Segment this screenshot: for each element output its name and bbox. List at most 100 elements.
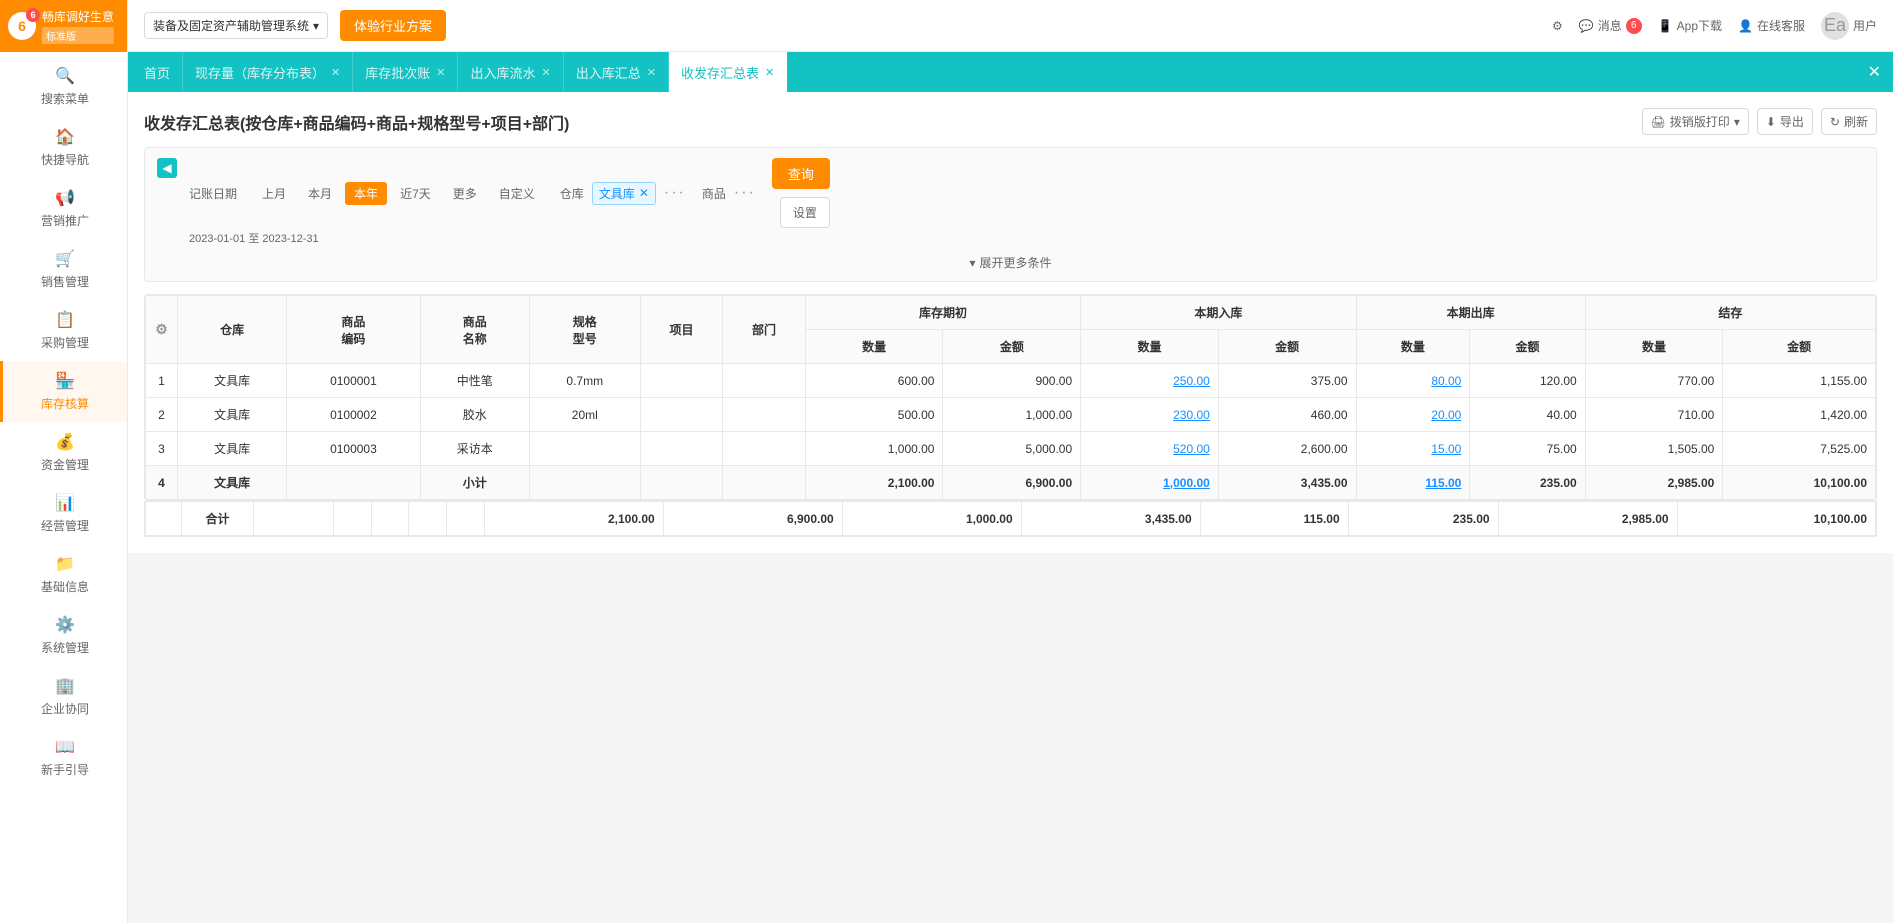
sidebar-item-sales[interactable]: 🛒 销售管理 (0, 239, 127, 300)
cell-out-qty[interactable]: 115.00 (1356, 466, 1470, 500)
tab-close-icon[interactable]: ✕ (331, 66, 340, 79)
tab-label: 出入库流水 (470, 63, 535, 82)
date-btn-more[interactable]: 更多 (444, 182, 486, 205)
col-out-qty: 数量 (1356, 330, 1470, 364)
sidebar-nav: 🔍 搜索菜单 🏠 快捷导航 📢 营销推广 🛒 销售管理 📋 采购管理 🏪 库存核… (0, 52, 127, 923)
table-footer-totals: 合计 2,100.00 6,900.00 1,000.00 3,435.00 1… (144, 501, 1877, 537)
sidebar-item-inventory[interactable]: 🏪 库存核算 (0, 361, 127, 422)
warehouse-more[interactable]: ··· (664, 184, 686, 202)
tab-label: 首页 (144, 63, 170, 82)
cell-seq: 3 (146, 432, 178, 466)
sidebar-item-system[interactable]: ⚙️ 系统管理 (0, 605, 127, 666)
top-header: 装备及固定资产辅助管理系统 ▾ 体验行业方案 ⚙ 💬 消息 6 📱 App下载 … (128, 0, 1893, 52)
sidebar-item-basic[interactable]: 📁 基础信息 (0, 544, 127, 605)
tab-bar-close-icon[interactable]: ✕ (1860, 62, 1889, 82)
sidebar-item-enterprise[interactable]: 🏢 企业协同 (0, 666, 127, 727)
cell-bal-amt: 10,100.00 (1723, 466, 1876, 500)
warehouse-tag-close[interactable]: ✕ (639, 186, 649, 200)
cell-out-qty-link[interactable]: 20.00 (1431, 408, 1461, 422)
experience-button[interactable]: 体验行业方案 (340, 10, 446, 41)
sidebar-item-label: 企业协同 (41, 700, 89, 717)
cell-out-qty-link[interactable]: 115.00 (1425, 476, 1461, 490)
cell-seq: 4 (146, 466, 178, 500)
export-button[interactable]: ⬇ 导出 (1757, 108, 1813, 135)
tab-inout-flow[interactable]: 出入库流水 ✕ (458, 52, 563, 92)
date-btn-this-month[interactable]: 本月 (299, 182, 341, 205)
table-gear-icon[interactable]: ⚙ (155, 321, 168, 337)
page-title-bar: 收发存汇总表(按仓库+商品编码+商品+规格型号+项目+部门) 🖨 拨销版打印 ▾… (144, 108, 1877, 135)
goods-filter: 商品 ··· (702, 184, 756, 202)
table-row: 2文具库0100002胶水20ml500.001,000.00230.00460… (146, 398, 1876, 432)
sidebar-item-newbie[interactable]: 📖 新手引导 (0, 727, 127, 788)
cell-out-amt: 235.00 (1470, 466, 1585, 500)
cell-out-qty[interactable]: 15.00 (1356, 432, 1470, 466)
cell-in-qty-link[interactable]: 520.00 (1173, 442, 1210, 456)
expand-icon: ▾ (969, 256, 975, 270)
date-btn-7days[interactable]: 近7天 (391, 182, 440, 205)
tab-close-icon[interactable]: ✕ (542, 66, 551, 79)
header-left: 装备及固定资产辅助管理系统 ▾ 体验行业方案 (144, 10, 446, 41)
tab-close-icon[interactable]: ✕ (647, 66, 656, 79)
query-button[interactable]: 查询 (772, 158, 830, 189)
user-item[interactable]: Ea 用户 (1821, 12, 1877, 40)
date-btn-last-month[interactable]: 上月 (253, 182, 295, 205)
goods-more[interactable]: ··· (734, 184, 756, 202)
filter-row-1: 记账日期 上月 本月 本年 近7天 更多 自定义 仓库 (189, 158, 830, 228)
cell-in-qty-link[interactable]: 1,000.00 (1163, 476, 1210, 490)
tab-label: 出入库汇总 (576, 63, 641, 82)
sidebar-item-marketing[interactable]: 📢 营销推广 (0, 178, 127, 239)
cell-project (640, 432, 723, 466)
settings-button[interactable]: 设置 (780, 197, 830, 228)
sidebar-item-search[interactable]: 🔍 搜索菜单 (0, 56, 127, 117)
settings-header-item[interactable]: ⚙ (1552, 19, 1563, 33)
col-header-warehouse: 仓库 (178, 296, 287, 364)
sidebar-item-operations[interactable]: 📊 经营管理 (0, 483, 127, 544)
marketing-icon: 📢 (55, 188, 75, 208)
cell-out-qty[interactable]: 80.00 (1356, 364, 1470, 398)
sidebar-item-label: 经营管理 (41, 517, 89, 534)
cell-in-qty-link[interactable]: 250.00 (1173, 374, 1210, 388)
cell-in-qty[interactable]: 250.00 (1081, 364, 1219, 398)
dropdown-icon: ▾ (1734, 115, 1740, 129)
col-header-period-begin: 库存期初 (805, 296, 1080, 330)
col-header-goods-name: 商品名称 (420, 296, 529, 364)
sidebar-item-quick[interactable]: 🏠 快捷导航 (0, 117, 127, 178)
tab-close-icon[interactable]: ✕ (436, 66, 445, 79)
cell-in-qty-link[interactable]: 230.00 (1173, 408, 1210, 422)
tab-close-active-icon[interactable]: ✕ (765, 66, 774, 79)
col-in-qty: 数量 (1081, 330, 1219, 364)
online-service-item[interactable]: 👤 在线客服 (1738, 17, 1805, 34)
cell-out-qty-link[interactable]: 80.00 (1431, 374, 1461, 388)
main-area: 装备及固定资产辅助管理系统 ▾ 体验行业方案 ⚙ 💬 消息 6 📱 App下载 … (128, 0, 1893, 923)
sidebar-item-finance[interactable]: 💰 资金管理 (0, 422, 127, 483)
refresh-button[interactable]: ↻ 刷新 (1821, 108, 1877, 135)
cell-goods-spec (529, 432, 640, 466)
print-button[interactable]: 🖨 拨销版打印 ▾ (1642, 108, 1749, 135)
date-buttons: 上月 本月 本年 近7天 更多 自定义 (253, 182, 544, 205)
expand-row: ▾ 展开更多条件 (157, 254, 1864, 271)
tab-recv-summary[interactable]: 收发存汇总表 ✕ (669, 52, 787, 92)
cell-out-amt: 40.00 (1470, 398, 1585, 432)
system-icon: ⚙️ (55, 615, 75, 635)
cell-out-qty-link[interactable]: 15.00 (1431, 442, 1461, 456)
user-avatar: Ea (1821, 12, 1849, 40)
collapse-button[interactable]: ◀ (157, 158, 177, 178)
cell-goods-code: 0100001 (287, 364, 420, 398)
system-selector[interactable]: 装备及固定资产辅助管理系统 ▾ (144, 12, 328, 39)
cell-in-qty[interactable]: 230.00 (1081, 398, 1219, 432)
date-btn-this-year[interactable]: 本年 (345, 182, 387, 205)
cell-in-qty[interactable]: 520.00 (1081, 432, 1219, 466)
tab-inout-summary[interactable]: 出入库汇总 ✕ (564, 52, 669, 92)
cell-out-qty[interactable]: 20.00 (1356, 398, 1470, 432)
tab-inventory-dist[interactable]: 现存量（库存分布表） ✕ (183, 52, 353, 92)
tab-batch[interactable]: 库存批次账 ✕ (353, 52, 458, 92)
message-item[interactable]: 💬 消息 6 (1579, 17, 1642, 34)
app-download-item[interactable]: 📱 App下载 (1658, 17, 1722, 34)
sidebar-item-purchase[interactable]: 📋 采购管理 (0, 300, 127, 361)
cell-goods-code: 0100003 (287, 432, 420, 466)
date-btn-custom[interactable]: 自定义 (490, 182, 544, 205)
expand-button[interactable]: ▾ 展开更多条件 (969, 254, 1051, 271)
tab-home[interactable]: 首页 (132, 52, 183, 92)
cell-in-qty[interactable]: 1,000.00 (1081, 466, 1219, 500)
col-header-department: 部门 (723, 296, 806, 364)
